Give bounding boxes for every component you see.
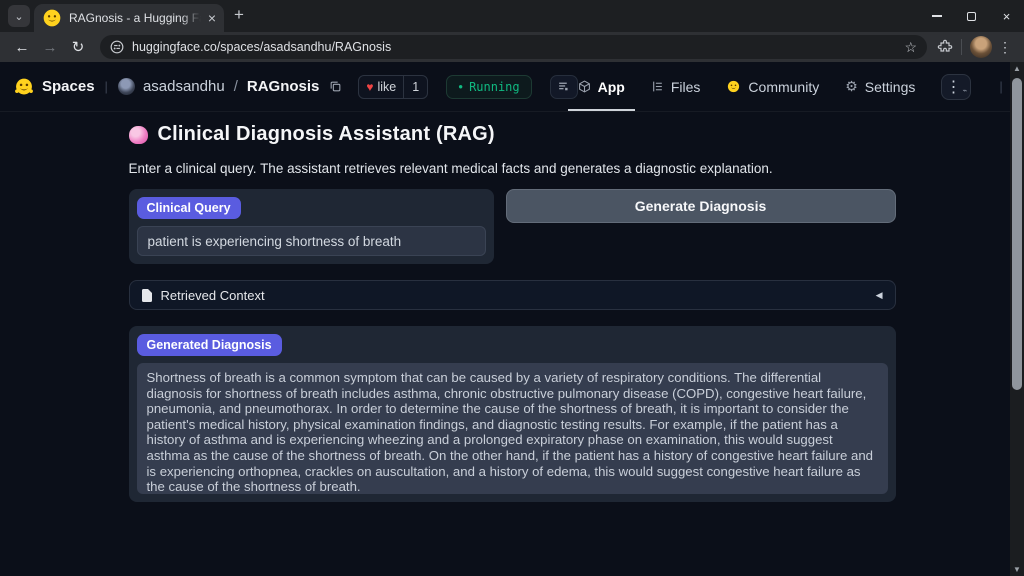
- tab-settings-label: Settings: [864, 78, 916, 95]
- scrollbar-thumb[interactable]: [1012, 78, 1022, 390]
- copy-icon[interactable]: [329, 80, 342, 93]
- url-text[interactable]: huggingface.co/spaces/asadsandhu/RAGnosi…: [132, 40, 896, 54]
- tab-community[interactable]: Community: [726, 62, 819, 111]
- toolbar-divider: [961, 39, 962, 55]
- header-divider: |: [104, 79, 108, 94]
- like-badge[interactable]: ♥ like 1: [358, 74, 429, 99]
- browser-tab[interactable]: RAGnosis - a Hugging Face Spa ×: [34, 4, 224, 32]
- owner-avatar[interactable]: [117, 78, 135, 95]
- status-dot-icon: ●: [458, 82, 464, 91]
- tab-files-label: Files: [670, 78, 701, 95]
- query-input[interactable]: [136, 226, 486, 256]
- like-count[interactable]: 1: [403, 75, 427, 98]
- accordion-label: Retrieved Context: [160, 287, 265, 303]
- chevron-down-icon: ⌄: [14, 10, 24, 23]
- site-info-icon[interactable]: [110, 40, 124, 54]
- tab-app-label: App: [597, 78, 625, 95]
- query-group: Clinical Query: [128, 189, 494, 264]
- tab-search-button[interactable]: ⌄: [8, 5, 30, 27]
- output-group: Generated Diagnosis Shortness of breath …: [128, 326, 896, 502]
- reload-button[interactable]: ↻: [66, 38, 90, 56]
- plus-icon: +: [234, 5, 244, 24]
- minimize-icon: [931, 15, 942, 17]
- maximize-button[interactable]: [954, 0, 989, 32]
- logs-icon: [559, 82, 568, 91]
- new-tab-button[interactable]: +: [234, 5, 244, 25]
- browser-toolbar: ← → ↻ huggingface.co/spaces/asadsandhu/R…: [0, 32, 1024, 62]
- cube-icon: [578, 80, 590, 93]
- tab-files[interactable]: Files: [651, 62, 701, 111]
- document-icon: [141, 288, 152, 302]
- gradio-app: Clinical Diagnosis Assistant (RAG) Enter…: [128, 112, 896, 502]
- huggingface-favicon-icon: [43, 9, 61, 27]
- community-icon: [728, 80, 740, 93]
- browser-titlebar: ⌄ RAGnosis - a Hugging Face Spa × + ×: [0, 0, 1024, 32]
- status-label: Running: [469, 79, 520, 94]
- bookmark-star-icon[interactable]: ☆: [904, 39, 917, 56]
- kebab-icon: ⋮: [945, 78, 962, 96]
- tab-community-label: Community: [748, 78, 820, 95]
- app-title-row: Clinical Diagnosis Assistant (RAG): [128, 123, 896, 146]
- scroll-up-arrow-icon[interactable]: ▲: [1010, 64, 1024, 73]
- gear-icon: ⚙: [845, 78, 858, 94]
- controls-row: Clinical Query Generate Diagnosis: [128, 189, 896, 264]
- close-tab-icon[interactable]: ×: [208, 11, 216, 25]
- generate-diagnosis-button[interactable]: Generate Diagnosis: [505, 189, 896, 223]
- close-icon: ×: [1002, 8, 1011, 24]
- hf-space-header: Spaces | asadsandhu / RAGnosis ♥ like 1: [0, 62, 1024, 112]
- scroll-down-arrow-icon[interactable]: ▼: [1010, 565, 1024, 574]
- extensions-icon[interactable]: [937, 39, 953, 55]
- tab-title: RAGnosis - a Hugging Face Spa: [69, 11, 201, 25]
- generated-diagnosis-textarea[interactable]: Shortness of breath is a common symptom …: [136, 363, 888, 494]
- maximize-icon: [967, 11, 976, 21]
- nav-divider: |: [999, 79, 1003, 94]
- address-bar[interactable]: huggingface.co/spaces/asadsandhu/RAGnosi…: [100, 35, 927, 59]
- page-scrollbar[interactable]: ▲ ▼: [1010, 62, 1024, 576]
- retrieved-context-accordion[interactable]: Retrieved Context ◀: [128, 280, 896, 310]
- link-icon: ⌁: [962, 86, 968, 95]
- forward-button[interactable]: →: [38, 39, 62, 56]
- query-label-badge: Clinical Query: [136, 197, 241, 219]
- huggingface-logo-icon[interactable]: [14, 77, 34, 97]
- output-label-badge: Generated Diagnosis: [136, 334, 282, 356]
- hf-nav: App Files Community ⚙ Settings ⋮ ⌁ |: [567, 62, 1024, 111]
- minimize-button[interactable]: [919, 0, 954, 32]
- page-viewport: Spaces | asadsandhu / RAGnosis ♥ like 1: [0, 62, 1024, 576]
- repo-name-link[interactable]: RAGnosis: [247, 78, 320, 95]
- files-tree-icon: [653, 81, 662, 92]
- browser-window: ⌄ RAGnosis - a Hugging Face Spa × + × ← …: [0, 0, 1024, 576]
- like-label: like: [377, 79, 397, 94]
- tab-app[interactable]: App: [567, 62, 636, 111]
- collapse-arrow-icon: ◀: [875, 289, 883, 300]
- app-subtitle: Enter a clinical query. The assistant re…: [128, 161, 773, 176]
- owner-name-link[interactable]: asadsandhu: [143, 78, 225, 95]
- brain-emoji-icon: [128, 125, 148, 144]
- back-button[interactable]: ←: [10, 39, 34, 56]
- page-title: Clinical Diagnosis Assistant (RAG): [157, 123, 495, 145]
- spaces-brand-label[interactable]: Spaces: [42, 78, 95, 95]
- space-options-button[interactable]: ⋮ ⌁: [941, 73, 972, 100]
- window-controls: ×: [919, 0, 1024, 32]
- hf-header-left: Spaces | asadsandhu / RAGnosis ♥ like 1: [14, 74, 578, 99]
- running-status-badge[interactable]: ● Running: [446, 74, 532, 99]
- logs-button[interactable]: [549, 74, 578, 99]
- heart-icon: ♥: [366, 79, 374, 94]
- browser-menu-button[interactable]: ⋮: [996, 39, 1014, 56]
- tab-settings[interactable]: ⚙ Settings: [845, 62, 915, 111]
- browser-profile-avatar[interactable]: [970, 36, 992, 58]
- close-window-button[interactable]: ×: [989, 0, 1024, 32]
- owner-repo-slash: /: [233, 78, 238, 95]
